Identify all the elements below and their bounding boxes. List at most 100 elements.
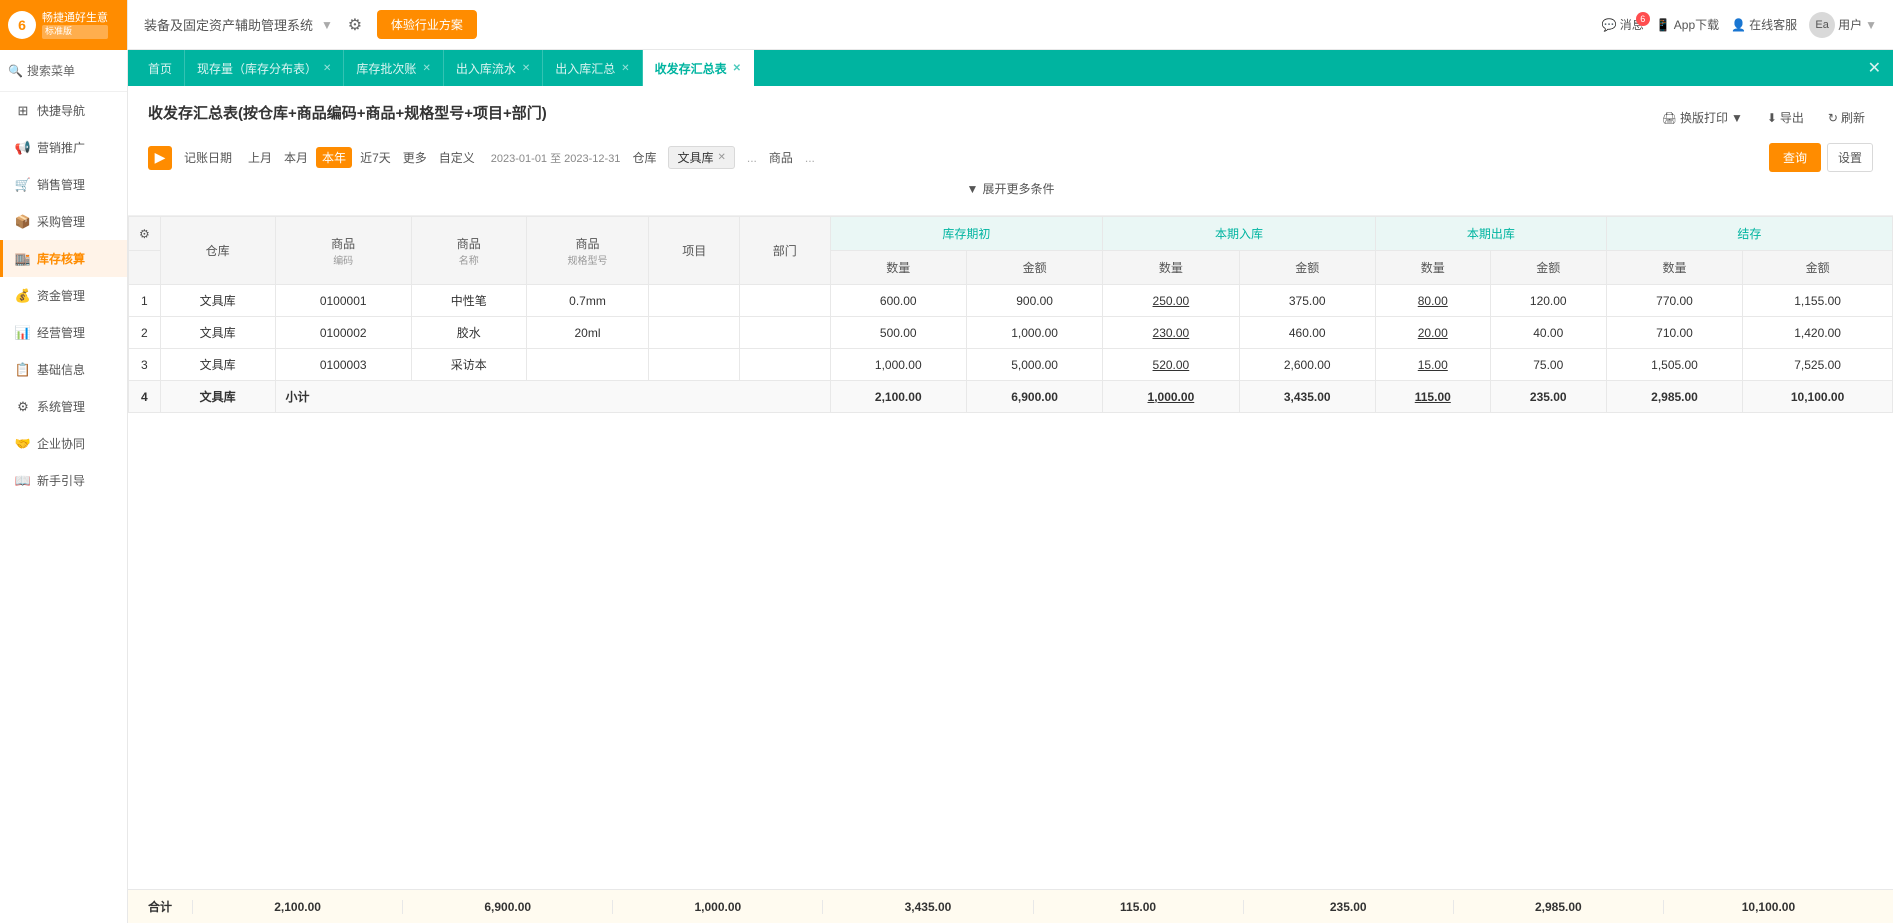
date-buttons: 上月 本月 本年 近7天 更多 自定义 xyxy=(244,147,479,168)
date-btn-this-year[interactable]: 本年 xyxy=(316,147,352,168)
row3-in-qty[interactable]: 520.00 xyxy=(1103,349,1239,381)
th-out-qty: 数量 xyxy=(1375,251,1490,285)
message-item[interactable]: 💬 消息 6 xyxy=(1602,16,1644,33)
content-area: 收发存汇总表(按仓库+商品编码+商品+规格型号+项目+部门) 🖨 换版打印 ▼ … xyxy=(128,86,1893,923)
app-download-item[interactable]: 📱 App下载 xyxy=(1656,16,1719,33)
filter-toggle-button[interactable]: ▶ xyxy=(148,146,172,170)
row2-in-amount: 460.00 xyxy=(1239,317,1375,349)
sidebar-item-sales[interactable]: 🛒 销售管理 xyxy=(0,166,127,203)
tab-inout-flow-close[interactable]: ✕ xyxy=(522,63,530,74)
tab-inventory-dist-label: 现存量（库存分布表） xyxy=(197,60,317,77)
th-in-qty: 数量 xyxy=(1103,251,1239,285)
tab-recv-send-summary-close[interactable]: ✕ xyxy=(733,63,741,74)
row1-in-amount: 375.00 xyxy=(1239,285,1375,317)
row3-opening-amount: 5,000.00 xyxy=(966,349,1102,381)
online-service-label: 在线客服 xyxy=(1749,16,1797,33)
expand-more-button[interactable]: ▼ 展开更多条件 xyxy=(967,180,1055,197)
sidebar-item-operation[interactable]: 📊 经营管理 xyxy=(0,314,127,351)
sidebar-item-base[interactable]: 📋 基础信息 xyxy=(0,351,127,388)
header-settings-button[interactable]: ⚙ xyxy=(341,11,369,39)
row2-goods-name: 胶水 xyxy=(411,317,526,349)
sidebar-item-guide[interactable]: 📖 新手引导 xyxy=(0,462,127,499)
tab-batch-account-close[interactable]: ✕ xyxy=(422,63,430,74)
tab-inventory-dist[interactable]: 现存量（库存分布表） ✕ xyxy=(185,50,344,86)
row2-out-qty[interactable]: 20.00 xyxy=(1375,317,1490,349)
date-btn-more[interactable]: 更多 xyxy=(399,147,431,168)
sidebar-nav: ⊞ 快捷导航 📢 营销推广 🛒 销售管理 📦 采购管理 🏬 库存核算 💰 资金管… xyxy=(0,92,127,923)
tab-inout-summary[interactable]: 出入库汇总 ✕ xyxy=(543,50,642,86)
sidebar-item-purchase[interactable]: 📦 采购管理 xyxy=(0,203,127,240)
trial-button[interactable]: 体验行业方案 xyxy=(377,10,477,39)
row1-balance-qty: 770.00 xyxy=(1606,285,1742,317)
sidebar-item-quick-nav[interactable]: ⊞ 快捷导航 xyxy=(0,92,127,129)
online-service-item[interactable]: 👤 在线客服 xyxy=(1731,16,1797,33)
row3-goods-name: 采访本 xyxy=(411,349,526,381)
date-btn-last-month[interactable]: 上月 xyxy=(244,147,276,168)
user-item[interactable]: Ea 用户 ▼ xyxy=(1809,12,1877,38)
footer-out-amount: 235.00 xyxy=(1243,900,1453,914)
search-label: 搜索菜单 xyxy=(27,62,75,79)
base-icon: 📋 xyxy=(15,362,31,378)
refresh-icon: ↻ xyxy=(1828,111,1838,125)
print-btn[interactable]: 🖨 换版打印 ▼ xyxy=(1654,105,1751,130)
table-row: 2 文具库 0100002 胶水 20ml 500.00 1,000.00 23… xyxy=(129,317,1893,349)
sidebar-item-label: 销售管理 xyxy=(37,176,85,193)
tabs-close-all-button[interactable]: ✕ xyxy=(1864,58,1885,78)
export-btn[interactable]: ⬇ 导出 xyxy=(1759,105,1812,130)
query-button[interactable]: 查询 xyxy=(1769,143,1821,172)
tab-home[interactable]: 首页 xyxy=(136,50,185,86)
sidebar-item-collab[interactable]: 🤝 企业协同 xyxy=(0,425,127,462)
sidebar-item-system[interactable]: ⚙ 系统管理 xyxy=(0,388,127,425)
sidebar-item-label: 企业协同 xyxy=(37,435,85,452)
row1-in-qty[interactable]: 250.00 xyxy=(1103,285,1239,317)
th-settings[interactable]: ⚙ xyxy=(129,217,161,251)
table-container: ⚙ 仓库 商品编码 商品名称 商品规格型号 项目 部门 库存期初 本期入库 本期… xyxy=(128,216,1893,473)
warehouse-more[interactable]: ... xyxy=(747,151,757,165)
tab-inventory-dist-close[interactable]: ✕ xyxy=(323,63,331,74)
row1-out-qty[interactable]: 80.00 xyxy=(1375,285,1490,317)
row2-opening-qty: 500.00 xyxy=(830,317,966,349)
tab-recv-send-summary[interactable]: 收发存汇总表 ✕ xyxy=(643,50,754,86)
row3-out-qty[interactable]: 15.00 xyxy=(1375,349,1490,381)
search-icon: 🔍 xyxy=(8,64,23,78)
row2-project xyxy=(649,317,740,349)
tab-inout-flow[interactable]: 出入库流水 ✕ xyxy=(444,50,543,86)
sidebar-item-finance[interactable]: 💰 资金管理 xyxy=(0,277,127,314)
gear-icon: ⚙ xyxy=(348,15,362,35)
tabs-bar: 首页 现存量（库存分布表） ✕ 库存批次账 ✕ 出入库流水 ✕ 出入库汇总 ✕ … xyxy=(128,50,1893,86)
tab-batch-account[interactable]: 库存批次账 ✕ xyxy=(344,50,443,86)
sidebar-item-label: 营销推广 xyxy=(37,139,85,156)
date-btn-7days[interactable]: 近7天 xyxy=(356,147,395,168)
tab-batch-account-label: 库存批次账 xyxy=(356,60,416,77)
warehouse-label: 仓库 xyxy=(632,149,656,166)
date-btn-this-month[interactable]: 本月 xyxy=(280,147,312,168)
sidebar-item-inventory[interactable]: 🏬 库存核算 xyxy=(0,240,127,277)
th-dept: 部门 xyxy=(740,217,831,285)
logo-title: 畅捷通好生意 xyxy=(42,11,108,25)
header-left: 装备及固定资产辅助管理系统 ▼ ⚙ 体验行业方案 xyxy=(144,10,477,39)
main-area: 装备及固定资产辅助管理系统 ▼ ⚙ 体验行业方案 💬 消息 6 📱 App下载 … xyxy=(128,0,1893,923)
th-balance-qty: 数量 xyxy=(1606,251,1742,285)
export-icon: ⬇ xyxy=(1767,111,1777,125)
th-opening-qty: 数量 xyxy=(830,251,966,285)
warehouse-tag-close[interactable]: ✕ xyxy=(717,152,725,163)
row2-dept xyxy=(740,317,831,349)
date-btn-custom[interactable]: 自定义 xyxy=(435,147,479,168)
refresh-btn[interactable]: ↻ 刷新 xyxy=(1820,105,1873,130)
goods-more[interactable]: ... xyxy=(805,151,815,165)
subtotal-in-qty[interactable]: 1,000.00 xyxy=(1103,381,1239,413)
sidebar-item-marketing[interactable]: 📢 营销推广 xyxy=(0,129,127,166)
tab-inout-summary-close[interactable]: ✕ xyxy=(621,63,629,74)
tab-inout-summary-label: 出入库汇总 xyxy=(555,60,615,77)
subtotal-opening-amount: 6,900.00 xyxy=(966,381,1102,413)
row1-goods-spec: 0.7mm xyxy=(526,285,649,317)
marketing-icon: 📢 xyxy=(15,140,31,156)
search-menu-button[interactable]: 🔍 搜索菜单 xyxy=(8,58,119,83)
row2-in-qty[interactable]: 230.00 xyxy=(1103,317,1239,349)
subtotal-out-qty[interactable]: 115.00 xyxy=(1375,381,1490,413)
refresh-label: 刷新 xyxy=(1841,109,1865,126)
footer-in-qty: 1,000.00 xyxy=(612,900,822,914)
sidebar-search-area: 🔍 搜索菜单 xyxy=(0,50,127,92)
settings-button[interactable]: 设置 xyxy=(1827,143,1873,172)
date-label: 记账日期 xyxy=(184,149,232,166)
